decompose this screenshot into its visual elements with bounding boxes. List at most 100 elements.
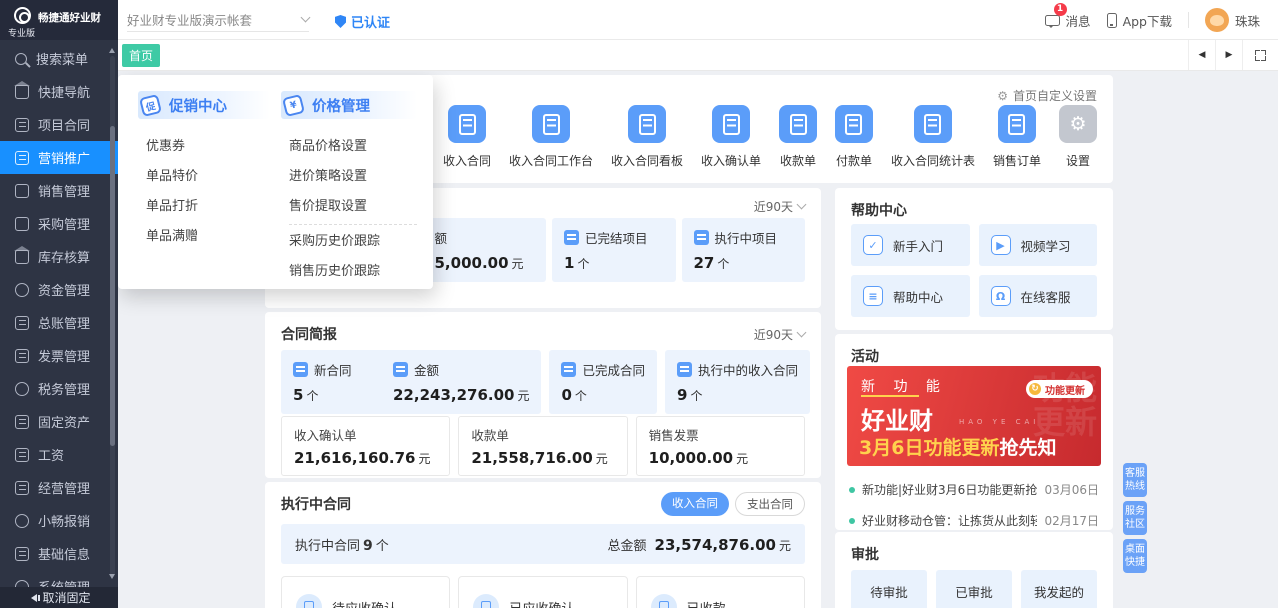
sidebar-item-general-ledger[interactable]: 总账管理 [0,306,118,339]
sidebar-scrollbar-thumb[interactable] [110,126,115,446]
help-beginner-guide[interactable]: ✓ 新手入门 [851,224,970,266]
expense-contract-tab[interactable]: 支出合同 [735,492,805,516]
approval-pending[interactable]: 待审批 [851,570,927,608]
fullscreen-icon [1255,49,1266,61]
tab-scroll-right-button[interactable]: ▶ [1215,40,1242,70]
menu-item-gift[interactable]: 单品满赠 [138,222,270,252]
menu-item-product-price[interactable]: 商品价格设置 [281,132,417,162]
approval-card: 审批 待审批 已审批 我发起的 [835,532,1113,608]
money-bag-icon [15,282,29,297]
doc-receipt: 收款单 21,558,716.00 元 [458,416,628,476]
approval-approved[interactable]: 已审批 [936,570,1012,608]
tab-home[interactable]: 首页 [122,44,160,67]
income-contract-tab[interactable]: 收入合同 [661,492,729,516]
sidebar-scroll-up-icon[interactable] [109,45,115,53]
sidebar-item-marketing[interactable]: 营销推广 [0,141,118,174]
fullscreen-button[interactable] [1242,40,1278,70]
quick-icon-income-contract[interactable]: 收入合同 [443,105,491,169]
sidebar-item-salary[interactable]: 工资 [0,438,118,471]
base-info-icon [15,546,29,561]
menu-item-discount[interactable]: 单品打折 [138,192,270,222]
sidebar-item-sales[interactable]: 销售管理 [0,174,118,207]
app-download-button[interactable]: App下载 [1106,11,1172,30]
unpin-icon [27,593,41,602]
contract-brief-filter[interactable]: 近90天 [754,326,807,343]
sidebar-item-fixed-assets[interactable]: 固定资产 [0,405,118,438]
executing-summary-bar: 执行中合同 9 个 总金额 23,574,876.00 元 [281,524,805,564]
menu-item-sale-price-extract[interactable]: 售价提取设置 [281,192,417,222]
approval-title: 审批 [851,547,879,563]
topbar-divider [1187,12,1189,28]
unpin-sidebar-button[interactable]: 取消固定 [0,587,118,608]
account-set-label: 好业财专业版演示帐套 [127,12,253,28]
completed-contract-icon [561,362,577,377]
help-video-learning[interactable]: ▶ 视频学习 [978,224,1097,266]
menu-item-coupon[interactable]: 优惠券 [138,132,270,162]
project-contract-icon [15,117,29,132]
doc-sales-invoice: 销售发票 10,000.00 元 [635,416,805,476]
tab-scroll-left-button[interactable]: ◀ [1188,40,1215,70]
sidebar-scroll-down-icon[interactable] [109,574,115,582]
document-lines-icon: ≡ [863,286,883,306]
messages-button[interactable]: 消息 1 [1044,2,1091,30]
ledger-icon [15,315,29,330]
service-hotline-tab[interactable]: 客服热线 [1123,463,1147,497]
menu-item-purchase-price-strategy[interactable]: 进价策略设置 [281,162,417,192]
message-bubble-icon [1044,14,1060,28]
chevron-down-icon [796,327,807,337]
payment-icon [834,105,873,143]
fixed-asset-icon [15,414,29,429]
received-card[interactable]: 已收款 [635,576,805,608]
sidebar-item-quick-nav[interactable]: 快捷导航 [0,75,118,108]
menu-item-special-price[interactable]: 单品特价 [138,162,270,192]
activity-title: 活动 [851,349,879,365]
sidebar-item-funds[interactable]: 资金管理 [0,273,118,306]
pending-receivable-card[interactable]: 待应收确认 [281,576,451,608]
desktop-shortcut-tab[interactable]: 桌面快捷 [1123,539,1147,573]
quick-icon-income-contract-board[interactable]: 收入合同看板 [611,105,683,169]
service-community-tab[interactable]: 服务社区 [1123,501,1147,535]
menu-item-sales-history-price[interactable]: 销售历史价跟踪 [281,257,417,287]
price-tag-icon: ¥ [281,93,306,117]
sidebar-item-base-info[interactable]: 基础信息 [0,537,118,570]
contract-brief-title: 合同简报 [281,327,337,343]
approval-initiated[interactable]: 我发起的 [1021,570,1097,608]
sidebar-item-tax[interactable]: 税务管理 [0,372,118,405]
sidebar-item-project-contract[interactable]: 项目合同 [0,108,118,141]
quick-icon-settings[interactable]: ⚙ 设置 [1058,105,1097,169]
sidebar-item-purchase[interactable]: 采购管理 [0,207,118,240]
executing-project-icon [693,230,709,245]
quick-icon-payment[interactable]: 付款单 [834,105,873,169]
promo-stamp-icon: 促 [138,93,163,117]
news-item[interactable]: 新功能|好业财3月6日功能更新抢先知 03月06日 [849,474,1099,505]
sidebar-item-inventory[interactable]: 库存核算 [0,240,118,273]
banner-underline [861,395,919,397]
activity-banner[interactable]: 功能更新 新 功 能 好业财 HAO YE CAI ↻功能更新 3月6日功能更新… [847,366,1101,466]
board-icon [628,105,666,143]
price-mgmt-header: ¥ 价格管理 [281,91,417,119]
quick-icon-sales-order[interactable]: 销售订单 [993,105,1041,169]
quick-icon-income-contract-workbench[interactable]: 收入合同工作台 [509,105,593,169]
sidebar-item-search-menu[interactable]: 搜索菜单 [0,42,118,75]
quick-icon-income-confirm[interactable]: 收入确认单 [701,105,761,169]
sidebar-item-reimburse[interactable]: 小畅报销 [0,504,118,537]
quick-icon-receipt[interactable]: 收款单 [779,105,817,169]
amount-icon [393,362,408,377]
topbar: 畅捷通好业财 专业版 好业财专业版演示帐套 已认证 消息 1 App下载 珠珠 [0,0,1278,40]
account-set-selector[interactable]: 好业财专业版演示帐套 [127,7,311,32]
project-brief-filter[interactable]: 近90天 [754,198,807,215]
sidebar-scrollbar [110,56,115,576]
logo-subtitle: 专业版 [8,29,36,39]
homepage-customize-button[interactable]: ⚙ 首页自定义设置 [997,87,1097,104]
help-online-service[interactable]: Ω 在线客服 [978,275,1097,317]
sidebar-item-operation[interactable]: 经营管理 [0,471,118,504]
salary-icon [15,447,29,462]
purchase-bag-icon [15,216,29,231]
quick-icon-income-contract-stats[interactable]: 收入合同统计表 [891,105,975,169]
app-logo: 畅捷通好业财 专业版 [0,0,118,40]
menu-item-purchase-history-price[interactable]: 采购历史价跟踪 [281,227,417,257]
sidebar-item-invoice[interactable]: 发票管理 [0,339,118,372]
confirmed-receivable-card[interactable]: 已应收确认 [458,576,628,608]
help-help-center[interactable]: ≡ 帮助中心 [851,275,970,317]
user-menu[interactable]: 珠珠 [1204,8,1260,32]
